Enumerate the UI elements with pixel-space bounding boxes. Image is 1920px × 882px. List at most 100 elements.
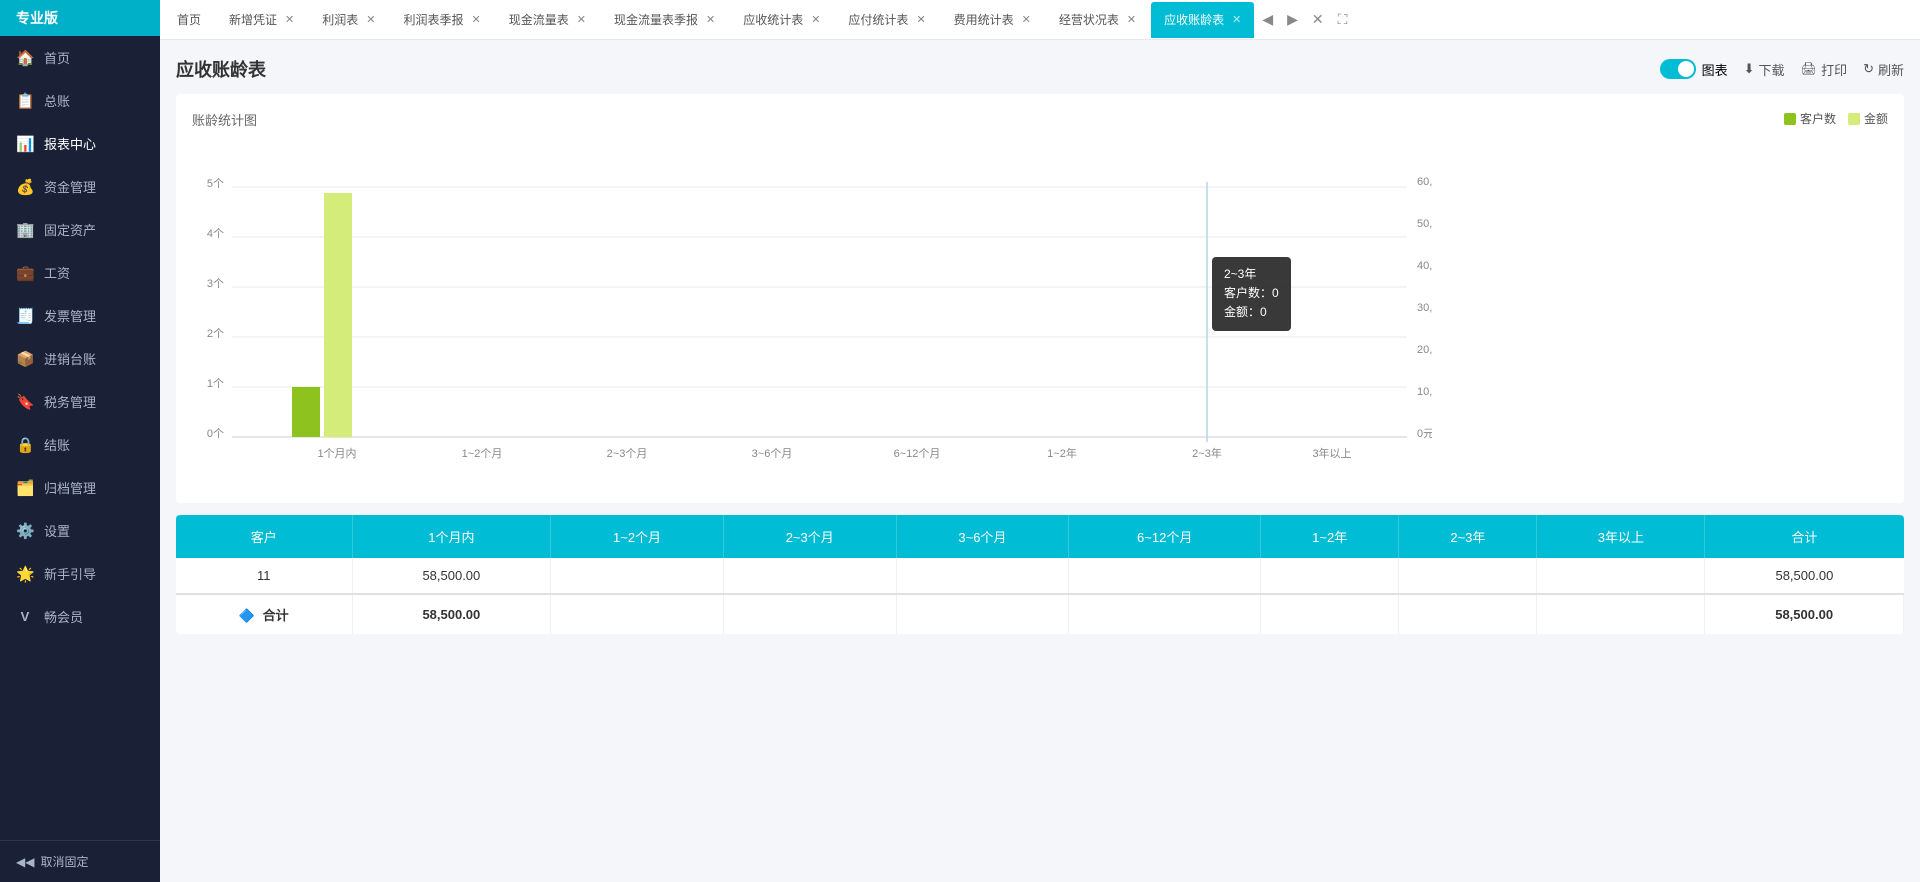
sidebar-item-assets[interactable]: 🏢 固定资产 [0,208,160,251]
footer-label: 🔷 合计 [176,594,352,634]
chart-toggle[interactable]: 图表 [1660,59,1728,79]
unpin-button[interactable]: ◀◀ 取消固定 [0,840,160,882]
tab-expense-stats[interactable]: 费用统计表 ✕ [941,2,1044,38]
svg-text:1~2个月: 1~2个月 [462,447,503,460]
sidebar-item-archive[interactable]: 🗂️ 归档管理 [0,466,160,509]
legend-customer-count-color [1784,113,1796,125]
toggle-track[interactable] [1660,59,1696,79]
sidebar-item-label: 首页 [44,48,70,67]
svg-text:30,000.00元: 30,000.00元 [1417,302,1432,314]
settings-icon: ⚙️ [16,522,34,540]
sidebar-item-closing[interactable]: 🔒 结账 [0,423,160,466]
sidebar-item-funds[interactable]: 💰 资金管理 [0,165,160,208]
svg-text:1个: 1个 [207,377,224,390]
reports-icon: 📊 [16,135,34,153]
legend-customer-count: 客户数 [1784,110,1836,127]
tab-close-all-button[interactable]: ✕ [1306,2,1330,38]
sidebar-item-label: 报表中心 [44,134,96,153]
cell-total: 58,500.00 [1705,558,1904,594]
footer-month1-2 [551,594,724,634]
tab-profit[interactable]: 利润表 ✕ [309,2,388,38]
app-logo: 专业版 [0,0,160,36]
table-container: 客户 1个月内 1~2个月 2~3个月 3~6个月 6~12个月 1~2年 2~… [176,515,1904,634]
print-button[interactable]: 🖨 打印 [1801,60,1848,79]
tab-prev-button[interactable]: ◀ [1256,2,1279,38]
footer-month6-12 [1069,594,1261,634]
tab-home[interactable]: 首页 [164,2,214,38]
svg-text:2个: 2个 [207,327,224,340]
tab-business-status[interactable]: 经营状况表 ✕ [1046,2,1149,38]
sidebar-item-vip[interactable]: V 畅会员 [0,595,160,638]
tab-business-status-close[interactable]: ✕ [1127,13,1136,26]
bar-customer-1[interactable] [292,387,320,437]
tab-payable-stats[interactable]: 应付统计表 ✕ [835,2,938,38]
footer-label-text: 合计 [263,608,289,623]
sidebar-item-label: 发票管理 [44,306,96,325]
tab-voucher[interactable]: 新增凭证 ✕ [216,2,307,38]
cell-year2-3 [1399,558,1537,594]
sidebar-item-invoice[interactable]: 🧾 发票管理 [0,294,160,337]
tab-aging-close[interactable]: ✕ [1232,13,1241,26]
tab-profit-quarterly-label: 利润表季报 [403,11,463,28]
sidebar-item-tax[interactable]: 🔖 税务管理 [0,380,160,423]
col-year1-2: 1~2年 [1261,515,1399,558]
svg-text:50,000.00元: 50,000.00元 [1417,218,1432,230]
chart-container: 账龄统计图 客户数 金额 0个 1个 2个 3个 4个 [176,94,1904,503]
svg-text:3~6个月: 3~6个月 [752,447,793,460]
sidebar-item-label: 结账 [44,435,70,454]
svg-text:0个: 0个 [207,427,224,440]
content-area: 应收账龄表 图表 ⬇ 下载 🖨 打印 ↻ 刷新 [160,40,1920,882]
print-icon: 🖨 [1801,61,1818,77]
sidebar: 专业版 🏠 首页 📋 总账 📊 报表中心 💰 资金管理 🏢 固定资产 💼 工资 … [0,0,160,882]
tab-cashflow-label: 现金流量表 [509,11,569,28]
tab-cashflow-quarterly-close[interactable]: ✕ [706,13,715,26]
col-month3-6: 3~6个月 [896,515,1069,558]
sidebar-item-inventory[interactable]: 📦 进销台账 [0,337,160,380]
tab-aging[interactable]: 应收账龄表 ✕ [1151,2,1254,38]
legend-customer-count-label: 客户数 [1800,110,1836,127]
sidebar-item-salary[interactable]: 💼 工资 [0,251,160,294]
cell-month2-3 [723,558,896,594]
tab-expense-stats-close[interactable]: ✕ [1022,13,1031,26]
tab-receivable-stats-close[interactable]: ✕ [811,13,820,26]
tab-expense-stats-label: 费用统计表 [954,11,1014,28]
sidebar-item-label: 归档管理 [44,478,96,497]
sidebar-item-label: 固定资产 [44,220,96,239]
legend-amount: 金额 [1848,110,1888,127]
footer-year2-3 [1399,594,1537,634]
tab-profit-quarterly[interactable]: 利润表季报 ✕ [390,2,493,38]
tab-profit-close[interactable]: ✕ [366,13,375,26]
sidebar-item-reports[interactable]: 📊 报表中心 [0,122,160,165]
guide-icon: 🌟 [16,565,34,583]
archive-icon: 🗂️ [16,479,34,497]
svg-text:6~12个月: 6~12个月 [894,447,941,460]
chart-title: 账龄统计图 [192,110,1888,129]
refresh-button[interactable]: ↻ 刷新 [1863,60,1904,79]
sidebar-item-label: 税务管理 [44,392,96,411]
footer-month3-6 [896,594,1069,634]
svg-text:3个: 3个 [207,277,224,290]
download-label: 下载 [1759,60,1785,79]
tab-cashflow-close[interactable]: ✕ [577,13,586,26]
tab-profit-quarterly-close[interactable]: ✕ [472,13,481,26]
sidebar-item-ledger[interactable]: 📋 总账 [0,79,160,122]
tab-voucher-close[interactable]: ✕ [285,13,294,26]
tab-next-button[interactable]: ▶ [1281,2,1304,38]
bar-amount-1[interactable] [324,193,352,437]
tab-cashflow-quarterly[interactable]: 现金流量表季报 ✕ [601,2,728,38]
tab-payable-stats-close[interactable]: ✕ [916,13,925,26]
tab-cashflow[interactable]: 现金流量表 ✕ [496,2,599,38]
refresh-label: 刷新 [1878,60,1904,79]
sidebar-item-home[interactable]: 🏠 首页 [0,36,160,79]
col-customer: 客户 [176,515,352,558]
footer-year3-plus [1537,594,1705,634]
col-year2-3: 2~3年 [1399,515,1537,558]
tab-receivable-stats[interactable]: 应收统计表 ✕ [730,2,833,38]
print-label: 打印 [1821,60,1847,79]
tab-fullscreen-button[interactable]: ⛶ [1332,2,1354,38]
sidebar-item-guide[interactable]: 🌟 新手引导 [0,552,160,595]
download-icon: ⬇ [1744,61,1755,77]
sidebar-item-settings[interactable]: ⚙️ 设置 [0,509,160,552]
download-button[interactable]: ⬇ 下载 [1744,60,1785,79]
footer-month1: 58,500.00 [352,594,551,634]
